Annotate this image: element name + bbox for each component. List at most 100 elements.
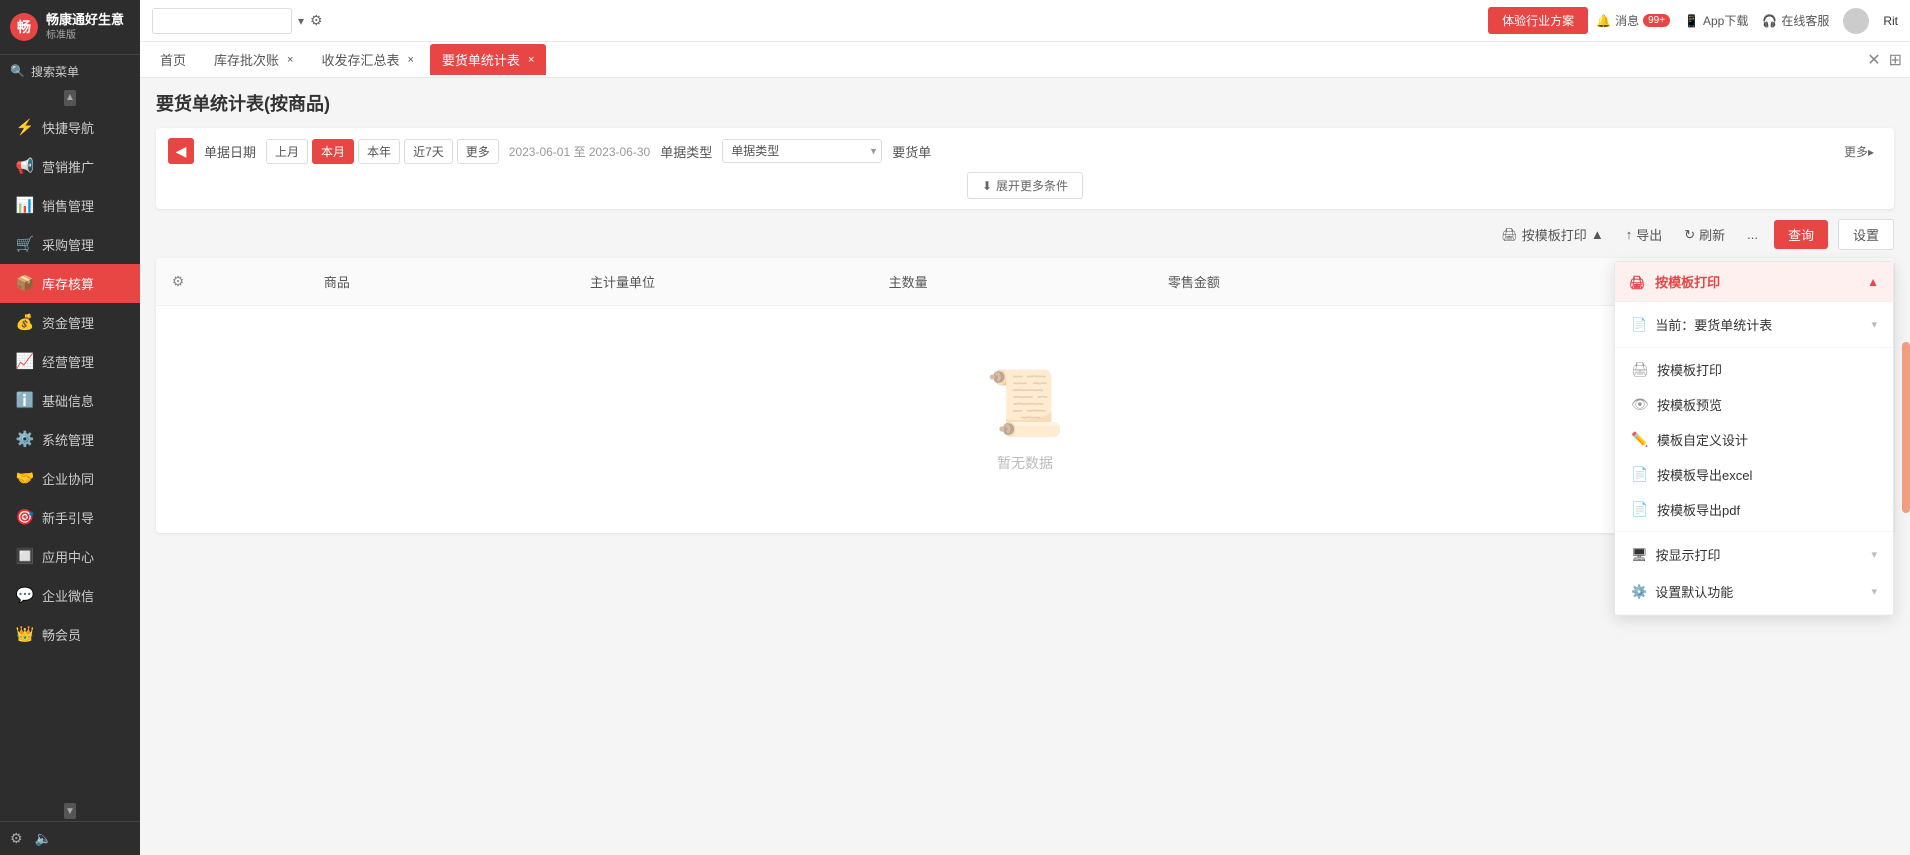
username[interactable]: Rit: [1883, 14, 1898, 28]
close-window-btn[interactable]: ✕: [1867, 50, 1880, 70]
maximize-window-btn[interactable]: ⊞: [1889, 50, 1902, 70]
template-print-icon: 🖨: [1631, 361, 1649, 378]
right-scrollbar[interactable]: [1902, 342, 1910, 513]
dropdown-item-template-preview[interactable]: 👁 按模板预览: [1615, 387, 1893, 422]
refresh-btn[interactable]: ↻ 刷新: [1678, 221, 1731, 248]
logo-sub: 标准版: [46, 29, 124, 42]
industry-btn[interactable]: 体验行业方案: [1488, 7, 1588, 34]
settings-btn[interactable]: 设置: [1838, 219, 1894, 250]
tab-home[interactable]: 首页: [148, 44, 198, 75]
sidebar-item-app-center[interactable]: 🔲 应用中心: [0, 537, 140, 576]
date-btn-本年[interactable]: 本年: [358, 139, 400, 164]
template-excel-label: 按模板导出excel: [1657, 465, 1752, 484]
tab-order-stats[interactable]: 要货单统计表 ×: [430, 44, 546, 75]
newbie-label: 新手引导: [42, 508, 94, 527]
template-excel-icon: 📄: [1631, 466, 1649, 483]
filter-more-btn[interactable]: 更多▸: [1836, 139, 1882, 164]
avatar[interactable]: [1843, 8, 1869, 34]
tab-inventory-batch[interactable]: 库存批次账 ×: [202, 44, 305, 75]
sidebar-item-enterprise-wechat[interactable]: 💬 企业微信: [0, 576, 140, 615]
refresh-label: 刷新: [1699, 225, 1725, 244]
date-btn-更多[interactable]: 更多: [457, 139, 499, 164]
inventory-icon: 📦: [16, 274, 34, 292]
app-center-icon: 🔲: [16, 547, 34, 565]
display-print-icon: 🖥: [1631, 547, 1648, 563]
expand-more-icon: ⬇: [982, 179, 992, 193]
online-service-label: 在线客服: [1781, 12, 1829, 29]
topbar-dropdown-icon[interactable]: ▾: [298, 14, 304, 28]
online-service-item[interactable]: 🎧 在线客服: [1762, 12, 1829, 29]
dropdown-group-set-default[interactable]: ⚙️ 设置默认功能 ▾: [1615, 573, 1893, 610]
scroll-down-arrow[interactable]: ▼: [64, 803, 76, 819]
speaker-icon[interactable]: 🔈: [35, 830, 52, 847]
sidebar-item-finance[interactable]: 💰 资金管理: [0, 303, 140, 342]
notification-badge: 99+: [1643, 14, 1670, 27]
sidebar-item-vip[interactable]: 👑 畅会员: [0, 615, 140, 654]
filter-expand-btn[interactable]: ◀: [168, 138, 194, 164]
printer-icon: 🖨: [1501, 227, 1518, 243]
app-download-item[interactable]: 📱 App下载: [1684, 12, 1748, 29]
dropdown-item-template-excel[interactable]: 📄 按模板导出excel: [1615, 457, 1893, 492]
logo-icon: 畅: [10, 13, 38, 41]
sales-label: 销售管理: [42, 196, 94, 215]
tab-close-inventory-batch[interactable]: ×: [287, 54, 293, 66]
sidebar-item-purchase[interactable]: 🛒 采购管理: [0, 225, 140, 264]
tab-label-order-stats: 要货单统计表: [442, 50, 520, 69]
date-btn-近7天[interactable]: 近7天: [404, 139, 453, 164]
sidebar-item-quick-nav[interactable]: ⚡ 快捷导航: [0, 108, 140, 147]
date-btn-上月[interactable]: 上月: [266, 139, 308, 164]
inventory-label: 库存核算: [42, 274, 94, 293]
sidebar-item-operations[interactable]: 📈 经营管理: [0, 342, 140, 381]
quick-nav-label: 快捷导航: [42, 118, 94, 137]
dropdown-group-display-print[interactable]: 🖥 按显示打印 ▾: [1615, 536, 1893, 573]
dropdown-item-template-print[interactable]: 🖨 按模板打印: [1615, 352, 1893, 387]
export-btn[interactable]: ↑ 导出: [1620, 221, 1669, 248]
toolbar: 🖨 按模板打印 ▲ ↑ 导出 ↻ 刷新 ... 查询 设置: [156, 219, 1894, 250]
marketing-label: 营销推广: [42, 157, 94, 176]
print-dropdown-header[interactable]: 🖨 按模板打印 ▲: [1615, 262, 1893, 302]
dropdown-collapse-arrow[interactable]: ▲: [1867, 275, 1879, 289]
export-label: 导出: [1636, 225, 1662, 244]
set-default-icon: ⚙️: [1631, 584, 1647, 600]
dropdown-item-template-design[interactable]: ✏️ 模板自定义设计: [1615, 422, 1893, 457]
tab-close-receipt-summary[interactable]: ×: [407, 54, 413, 66]
tab-receipt-summary[interactable]: 收发存汇总表 ×: [309, 44, 425, 75]
scroll-up-arrow[interactable]: ▲: [64, 90, 76, 106]
sidebar-item-enterprise[interactable]: 🤝 企业协同: [0, 459, 140, 498]
tab-close-order-stats[interactable]: ×: [528, 54, 534, 66]
finance-label: 资金管理: [42, 313, 94, 332]
date-btn-本月[interactable]: 本月: [312, 139, 354, 164]
bell-icon: 🔔: [1596, 14, 1611, 28]
topbar-gear-icon[interactable]: ⚙: [310, 12, 323, 29]
type-select-wrap: 单据类型: [722, 139, 882, 163]
print-btn[interactable]: 🖨 按模板打印 ▲: [1495, 221, 1609, 248]
sidebar-item-marketing[interactable]: 📢 营销推广: [0, 147, 140, 186]
more-btn[interactable]: ...: [1741, 223, 1764, 246]
dropdown-item-template-pdf[interactable]: 📄 按模板导出pdf: [1615, 492, 1893, 527]
tab-label-inventory-batch: 库存批次账: [214, 50, 279, 69]
sidebar-search[interactable]: 🔍 搜索菜单: [0, 55, 140, 88]
enterprise-wechat-label: 企业微信: [42, 586, 94, 605]
sidebar-item-basic[interactable]: ℹ️ 基础信息: [0, 381, 140, 420]
type-select[interactable]: 单据类型: [722, 139, 882, 163]
sidebar-item-inventory[interactable]: 📦 库存核算: [0, 264, 140, 303]
settings-icon[interactable]: ⚙: [10, 830, 23, 847]
sidebar-logo: 畅 畅康通好生意 标准版: [0, 0, 140, 55]
sidebar-item-newbie[interactable]: 🎯 新手引导: [0, 498, 140, 537]
expand-more-label: 展开更多条件: [996, 177, 1068, 194]
search-icon: 🔍: [10, 64, 25, 78]
notification-item[interactable]: 🔔 消息 99+: [1596, 12, 1670, 29]
dropdown-current-section: 📄 当前：要货单统计表 ▾: [1615, 302, 1893, 348]
sidebar-item-sales[interactable]: 📊 销售管理: [0, 186, 140, 225]
topbar-search-input[interactable]: [152, 8, 292, 34]
finance-icon: 💰: [16, 313, 34, 331]
tab-label-receipt-summary: 收发存汇总表: [321, 50, 399, 69]
sidebar-item-system[interactable]: ⚙️ 系统管理: [0, 420, 140, 459]
expand-more-btn[interactable]: ⬇ 展开更多条件: [967, 172, 1083, 199]
query-btn[interactable]: 查询: [1774, 220, 1828, 249]
sidebar-bottom: ⚙ 🔈: [0, 821, 140, 855]
table-settings-btn[interactable]: ⚙: [168, 272, 188, 292]
marketing-icon: 📢: [16, 157, 34, 175]
goods-filter-label: 要货单: [892, 142, 931, 161]
dropdown-current-item[interactable]: 📄 当前：要货单统计表 ▾: [1615, 306, 1893, 343]
